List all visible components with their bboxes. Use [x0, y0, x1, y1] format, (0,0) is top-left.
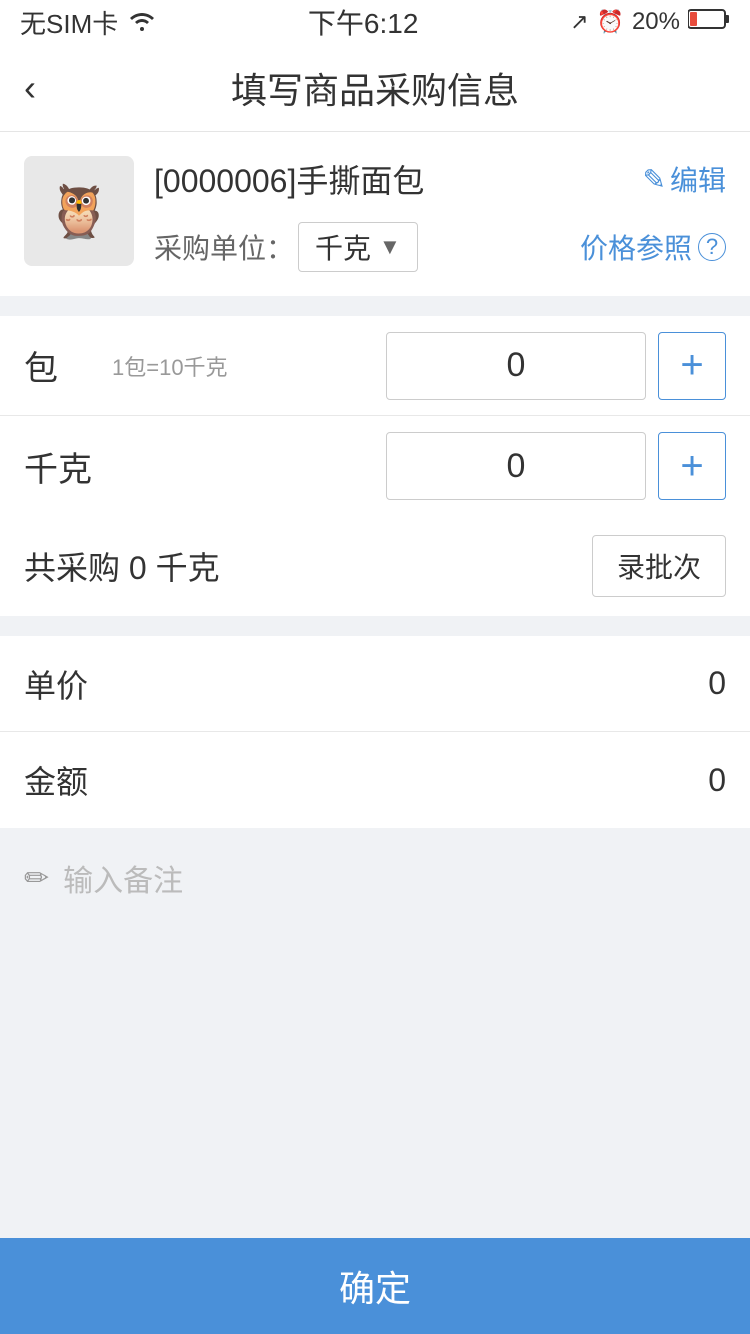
notes-icon: ✏: [24, 861, 49, 896]
product-unit-row: 采购单位： 千克 ▼ 价格参照 ?: [154, 222, 726, 272]
page-title: 填写商品采购信息: [231, 62, 519, 114]
unit-value: 千克: [315, 227, 371, 267]
notes-placeholder: 输入备注: [63, 856, 183, 900]
edit-icon: ✎: [643, 163, 666, 196]
batch-button[interactable]: 录批次: [592, 535, 726, 597]
bao-plus-button[interactable]: +: [658, 332, 726, 400]
amount-value: 0: [708, 762, 726, 799]
edit-button[interactable]: ✎ 编辑: [643, 159, 726, 199]
alarm-icon: ⏰: [597, 9, 624, 35]
bao-label: 包: [24, 341, 104, 390]
bao-input-wrap: +: [228, 332, 726, 400]
notes-section[interactable]: ✏ 输入备注: [0, 828, 750, 928]
battery-percent: 20%: [632, 8, 680, 36]
quantity-section: 包 1包=10千克 + 千克 +: [0, 316, 750, 516]
amount-row: 金额 0: [0, 732, 750, 828]
confirm-button[interactable]: 确定: [0, 1238, 750, 1334]
summary-unit: 千克: [156, 550, 220, 586]
product-card: 🦉 [0000006]手撕面包 ✎ 编辑 采购单位： 千克 ▼ 价格参照 ?: [0, 132, 750, 296]
summary-text: 共采购 0 千克: [24, 543, 220, 589]
status-bar: 无SIM卡 下午6:12 ↗ ⏰ 20%: [0, 0, 750, 44]
status-right: ↗ ⏰ 20%: [570, 8, 730, 37]
wifi-icon: [128, 7, 156, 38]
back-button[interactable]: ‹: [24, 67, 36, 109]
summary-quantity: 0: [129, 550, 156, 586]
nav-bar: ‹ 填写商品采购信息: [0, 44, 750, 132]
content-area: [0, 928, 750, 1268]
divider-2: [0, 616, 750, 636]
price-section: 单价 0 金额 0: [0, 636, 750, 828]
price-ref-icon: ?: [698, 233, 726, 261]
product-image-icon: 🦉: [47, 181, 112, 242]
unit-label: 采购单位：: [154, 227, 294, 267]
product-image: 🦉: [24, 156, 134, 266]
kg-input-wrap: +: [104, 432, 726, 500]
bao-sublabel: 1包=10千克: [112, 350, 228, 382]
confirm-button-label: 确定: [339, 1260, 411, 1312]
price-ref-label: 价格参照: [580, 227, 692, 267]
battery-icon: [688, 8, 730, 37]
kg-input[interactable]: [386, 432, 646, 500]
divider-1: [0, 296, 750, 316]
product-info: [0000006]手撕面包 ✎ 编辑 采购单位： 千克 ▼ 价格参照 ?: [154, 156, 726, 272]
bao-row: 包 1包=10千克 +: [0, 316, 750, 416]
kg-row: 千克 +: [0, 416, 750, 516]
unit-price-label: 单价: [24, 661, 88, 707]
carrier-label: 无SIM卡: [20, 4, 118, 41]
kg-label: 千克: [24, 442, 104, 491]
amount-label: 金额: [24, 757, 88, 803]
unit-price-value: 0: [708, 665, 726, 702]
kg-plus-button[interactable]: +: [658, 432, 726, 500]
unit-price-row: 单价 0: [0, 636, 750, 732]
status-time: 下午6:12: [308, 2, 419, 42]
status-left: 无SIM卡: [20, 4, 156, 41]
unit-dropdown-icon: ▼: [379, 234, 401, 260]
edit-label: 编辑: [670, 159, 726, 199]
unit-select[interactable]: 千克 ▼: [298, 222, 418, 272]
bao-input[interactable]: [386, 332, 646, 400]
summary-row: 共采购 0 千克 录批次: [0, 516, 750, 616]
product-header: [0000006]手撕面包 ✎ 编辑: [154, 156, 726, 202]
location-icon: ↗: [570, 9, 588, 35]
summary-prefix: 共采购: [24, 550, 120, 586]
product-name: [0000006]手撕面包: [154, 156, 424, 202]
price-ref-button[interactable]: 价格参照 ?: [580, 227, 726, 267]
